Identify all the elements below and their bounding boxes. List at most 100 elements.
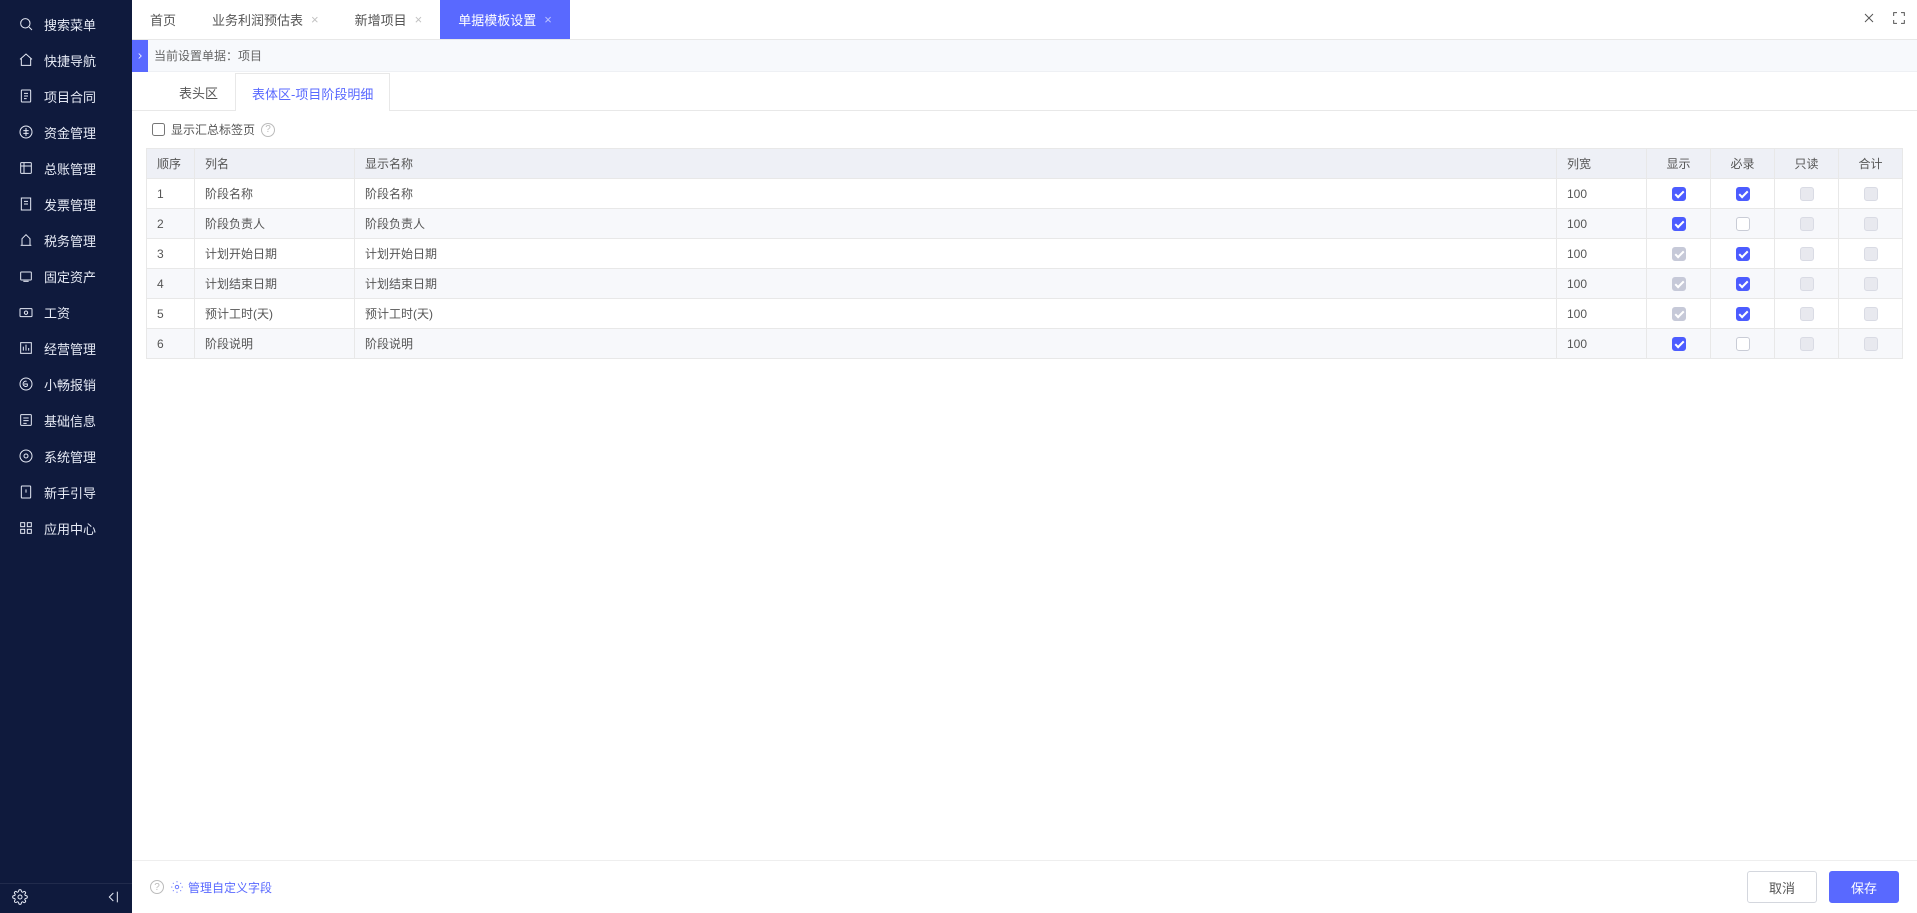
- checkbox-required[interactable]: [1736, 337, 1750, 351]
- fullscreen-icon[interactable]: [1891, 10, 1907, 29]
- search-icon: [18, 16, 34, 32]
- checkbox-readonly: [1800, 307, 1814, 321]
- page-tab-1[interactable]: 业务利润预估表×: [194, 0, 337, 39]
- sidebar-item-7[interactable]: 固定资产: [0, 258, 132, 294]
- checkbox-total: [1864, 337, 1878, 351]
- cell-width[interactable]: 100: [1557, 269, 1647, 299]
- close-icon[interactable]: ×: [311, 12, 319, 27]
- checkbox-required[interactable]: [1736, 247, 1750, 261]
- current-setting-prefix: 当前设置单据：: [154, 47, 238, 64]
- page-tab-3[interactable]: 单据模板设置 ×: [440, 0, 570, 39]
- checkbox-show[interactable]: [1672, 187, 1686, 201]
- settings-icon[interactable]: [12, 889, 28, 908]
- cell-display-name[interactable]: 阶段负责人: [355, 209, 1557, 239]
- sidebar-item-2[interactable]: 项目合同: [0, 78, 132, 114]
- page-tab-label: 单据模板设置: [458, 10, 536, 29]
- info-icon: [18, 412, 34, 428]
- cell-width[interactable]: 100: [1557, 329, 1647, 359]
- sidebar-item-10[interactable]: 小畅报销: [0, 366, 132, 402]
- sidebar-item-6[interactable]: 税务管理: [0, 222, 132, 258]
- sidebar-item-5[interactable]: 发票管理: [0, 186, 132, 222]
- cell-width[interactable]: 100: [1557, 299, 1647, 329]
- sidebar-item-8[interactable]: 工资: [0, 294, 132, 330]
- checkbox-show: [1672, 247, 1686, 261]
- col-readonly: 只读: [1775, 149, 1839, 179]
- cell-display-name[interactable]: 计划结束日期: [355, 269, 1557, 299]
- sidebar-item-12[interactable]: 系统管理: [0, 438, 132, 474]
- cell-display-name[interactable]: 计划开始日期: [355, 239, 1557, 269]
- inner-tabs: 表头区表体区-项目阶段明细: [132, 72, 1917, 111]
- checkbox-required[interactable]: [1736, 187, 1750, 201]
- table-row: 6阶段说明阶段说明100: [147, 329, 1903, 359]
- current-setting-bar: 当前设置单据： 项目: [132, 40, 1917, 72]
- close-icon[interactable]: ×: [544, 12, 552, 27]
- table-row: 3计划开始日期计划开始日期100: [147, 239, 1903, 269]
- help-icon[interactable]: ?: [261, 123, 275, 137]
- cell-width[interactable]: 100: [1557, 179, 1647, 209]
- sidebar-item-14[interactable]: 应用中心: [0, 510, 132, 546]
- sidebar-menu: 搜索菜单快捷导航项目合同资金管理总账管理发票管理税务管理固定资产工资经营管理小畅…: [0, 0, 132, 883]
- checkbox-show: [1672, 277, 1686, 291]
- cell-col-name: 预计工时(天): [195, 299, 355, 329]
- cell-display-name[interactable]: 预计工时(天): [355, 299, 1557, 329]
- sidebar-item-9[interactable]: 经营管理: [0, 330, 132, 366]
- footer-bar: ? 管理自定义字段 取消 保存: [132, 860, 1917, 913]
- asset-icon: [18, 268, 34, 284]
- show-summary-tab-checkbox[interactable]: [152, 123, 165, 136]
- checkbox-required[interactable]: [1736, 217, 1750, 231]
- app-icon: [18, 520, 34, 536]
- sidebar-item-13[interactable]: 新手引导: [0, 474, 132, 510]
- options-row: 显示汇总标签页 ?: [132, 111, 1917, 148]
- inner-tab-0[interactable]: 表头区: [162, 72, 235, 110]
- cell-col-name: 计划开始日期: [195, 239, 355, 269]
- inner-tab-1[interactable]: 表体区-项目阶段明细: [235, 73, 390, 111]
- save-button[interactable]: 保存: [1829, 871, 1899, 903]
- close-all-tabs-icon[interactable]: [1861, 10, 1877, 29]
- sidebar-item-label: 固定资产: [44, 267, 96, 286]
- collapse-left-panel-icon[interactable]: [132, 40, 148, 72]
- sidebar-item-label: 项目合同: [44, 87, 96, 106]
- collapse-sidebar-icon[interactable]: [104, 889, 120, 908]
- cell-display-name[interactable]: 阶段说明: [355, 329, 1557, 359]
- close-icon[interactable]: ×: [415, 12, 423, 27]
- sidebar-item-3[interactable]: 资金管理: [0, 114, 132, 150]
- sidebar-item-label: 资金管理: [44, 123, 96, 142]
- money-icon: [18, 124, 34, 140]
- sidebar-item-1[interactable]: 快捷导航: [0, 42, 132, 78]
- checkbox-required[interactable]: [1736, 277, 1750, 291]
- content: 当前设置单据： 项目 表头区表体区-项目阶段明细 显示汇总标签页 ? 顺序 列名…: [132, 40, 1917, 913]
- cancel-button[interactable]: 取消: [1747, 871, 1817, 903]
- cell-seq: 4: [147, 269, 195, 299]
- col-width: 列宽: [1557, 149, 1647, 179]
- checkbox-show[interactable]: [1672, 217, 1686, 231]
- sys-icon: [18, 448, 34, 464]
- checkbox-show[interactable]: [1672, 337, 1686, 351]
- cell-display-name[interactable]: 阶段名称: [355, 179, 1557, 209]
- cell-col-name: 阶段说明: [195, 329, 355, 359]
- page-tab-0[interactable]: 首页: [132, 0, 194, 39]
- checkbox-readonly: [1800, 247, 1814, 261]
- tabs-bar-actions: [1861, 0, 1917, 39]
- sidebar-item-label: 应用中心: [44, 519, 96, 538]
- main: 首页业务利润预估表×新增项目× 单据模板设置 × 当前设置单据： 项目 表头区表体区…: [132, 0, 1917, 913]
- checkbox-readonly: [1800, 277, 1814, 291]
- sidebar-item-11[interactable]: 基础信息: [0, 402, 132, 438]
- table-wrap: 顺序 列名 显示名称 列宽 显示 必录 只读 合计 1阶段名称阶段名称1002阶…: [132, 148, 1917, 860]
- sidebar-item-label: 税务管理: [44, 231, 96, 250]
- page-tab-2[interactable]: 新增项目×: [337, 0, 441, 39]
- tax-icon: [18, 232, 34, 248]
- cell-width[interactable]: 100: [1557, 209, 1647, 239]
- cell-width[interactable]: 100: [1557, 239, 1647, 269]
- sidebar-item-0[interactable]: 搜索菜单: [0, 6, 132, 42]
- manage-custom-fields-link[interactable]: 管理自定义字段: [170, 879, 272, 896]
- sidebar-item-label: 新手引导: [44, 483, 96, 502]
- sidebar-item-4[interactable]: 总账管理: [0, 150, 132, 186]
- checkbox-required[interactable]: [1736, 307, 1750, 321]
- checkbox-total: [1864, 277, 1878, 291]
- sidebar-footer: [0, 883, 132, 913]
- biz-icon: [18, 340, 34, 356]
- sidebar-item-label: 工资: [44, 303, 70, 322]
- footer-help-icon[interactable]: ?: [150, 880, 164, 894]
- sidebar-item-label: 小畅报销: [44, 375, 96, 394]
- checkbox-total: [1864, 187, 1878, 201]
